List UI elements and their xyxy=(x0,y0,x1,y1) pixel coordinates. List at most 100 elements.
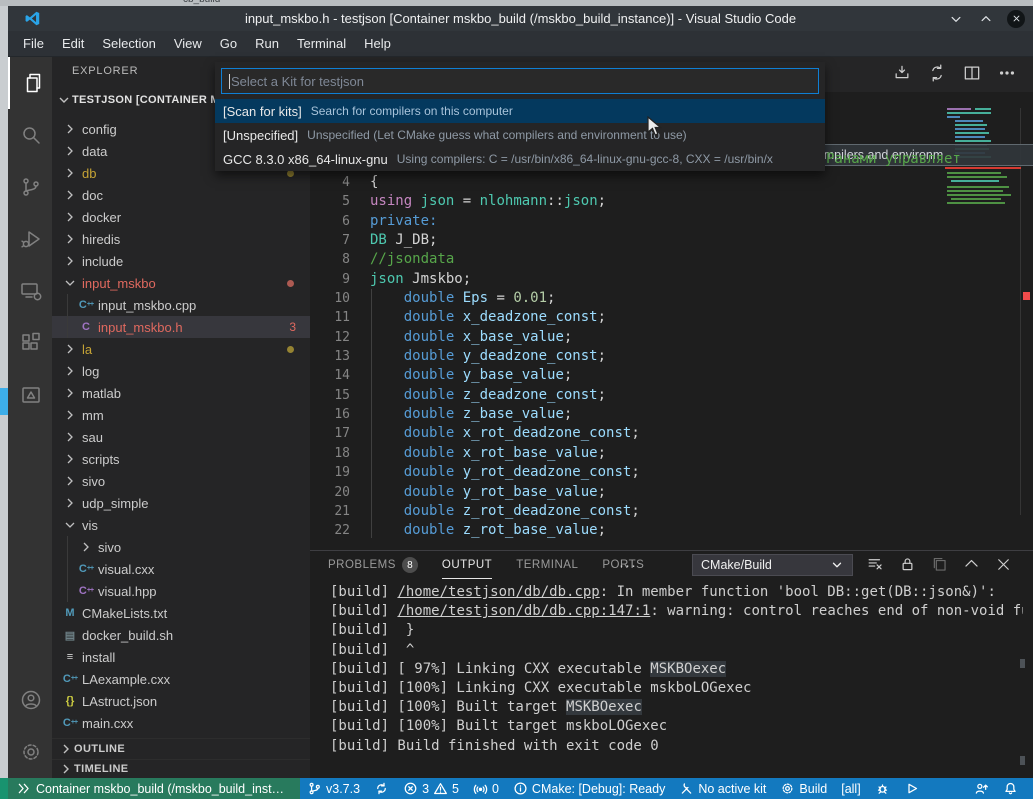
quickpick-input[interactable]: Select a Kit for testjson xyxy=(221,68,819,94)
testing-icon[interactable] xyxy=(8,369,52,421)
tree-item-la[interactable]: la xyxy=(52,338,310,360)
maximize-icon[interactable] xyxy=(977,10,995,28)
tree-item-sivo[interactable]: sivo xyxy=(52,470,310,492)
run-debug-icon[interactable] xyxy=(8,213,52,265)
explorer-icon[interactable] xyxy=(8,57,52,109)
launch-button[interactable] xyxy=(897,778,926,799)
tree-item-docker[interactable]: docker xyxy=(52,206,310,228)
tree-item-input_mskbo[interactable]: input_mskbo xyxy=(52,272,310,294)
code-line-12: 12 double x_base_value; xyxy=(334,328,573,345)
tree-item-scripts[interactable]: scripts xyxy=(52,448,310,470)
menu-help[interactable]: Help xyxy=(355,31,400,56)
output-line: [build] [100%] Built target mskboLOGexec xyxy=(330,718,668,735)
extensions-icon[interactable] xyxy=(8,317,52,369)
output-line: [build] [100%] Built target MSKBOexec xyxy=(330,699,642,716)
tree-item-visual.cxx[interactable]: C++ visual.cxx xyxy=(52,558,310,580)
cmake-status[interactable]: CMake: [Debug]: Ready xyxy=(506,778,672,799)
tree-item-sivo[interactable]: sivo xyxy=(52,536,310,558)
tab-problems[interactable]: PROBLEMS 8 xyxy=(328,551,418,579)
code-line-13: 13 double y_deadzone_const; xyxy=(334,348,607,365)
split-editor-icon[interactable] xyxy=(962,63,982,83)
tree-item-main.cxx[interactable]: C++ main.cxx xyxy=(52,712,310,734)
install-icon[interactable] xyxy=(892,63,912,83)
c-header-file-icon: C xyxy=(82,321,90,333)
minimap-error-line xyxy=(945,167,1021,169)
title-bar: input_mskbo.h - testjson [Container mskb… xyxy=(8,6,1033,31)
error-icon xyxy=(404,782,417,795)
close-panel-icon[interactable] xyxy=(994,555,1013,574)
sidebar-title: EXPLORER xyxy=(72,65,139,77)
tree-item-vis[interactable]: vis xyxy=(52,514,310,536)
git-branch-status[interactable]: v3.7.3 xyxy=(300,778,367,799)
editor-scrollbar[interactable] xyxy=(1020,108,1021,515)
menu-view[interactable]: View xyxy=(165,31,211,56)
output-line: [build] [ 97%] Linking CXX executable MS… xyxy=(330,660,727,677)
tree-item-include[interactable]: include xyxy=(52,250,310,272)
tree-item-log[interactable]: log xyxy=(52,360,310,382)
menu-edit[interactable]: Edit xyxy=(53,31,93,56)
file-link[interactable]: /home/testjson/db/db.cpp xyxy=(397,584,599,600)
tree-item-input_mskbo.h[interactable]: Cinput_mskbo.h 3 xyxy=(52,316,310,338)
output-channel-select[interactable]: CMake/Build xyxy=(692,554,853,576)
tree-item-install[interactable]: ≡ install xyxy=(52,646,310,668)
timeline-section[interactable]: TIMELINE xyxy=(52,759,310,778)
debug-button[interactable] xyxy=(868,778,897,799)
tree-item-mm[interactable]: mm xyxy=(52,404,310,426)
maximize-panel-icon[interactable] xyxy=(962,555,981,574)
build-target[interactable]: [all] xyxy=(834,778,867,799)
menu-terminal[interactable]: Terminal xyxy=(288,31,355,56)
tab-terminal[interactable]: TERMINAL xyxy=(516,551,578,579)
tree-item-hiredis[interactable]: hiredis xyxy=(52,228,310,250)
menu-selection[interactable]: Selection xyxy=(93,31,164,56)
code-line-17: 17 double x_rot_deadzone_const; xyxy=(334,425,640,442)
code-line-19: 19 double y_rot_deadzone_const; xyxy=(334,464,640,481)
more-tabs-icon[interactable]: ··· xyxy=(619,551,637,579)
account-icon[interactable] xyxy=(8,674,52,726)
code-line-18: 18 double x_rot_base_value; xyxy=(334,444,607,461)
close-icon[interactable] xyxy=(1007,9,1025,28)
build-button[interactable]: Build xyxy=(773,778,834,799)
kit-option-scan[interactable]: [Scan for kits] Search for compilers on … xyxy=(215,99,825,123)
mouse-cursor xyxy=(647,116,663,136)
minimize-icon[interactable] xyxy=(947,10,965,28)
menu-run[interactable]: Run xyxy=(246,31,288,56)
tree-item-cmakelists.txt[interactable]: M CMakeLists.txt xyxy=(52,602,310,624)
tree-item-docker_build.sh[interactable]: ▤ docker_build.sh xyxy=(52,624,310,646)
open-in-editor-icon[interactable] xyxy=(930,555,949,574)
notifications-bell-icon[interactable] xyxy=(996,778,1025,799)
clear-output-icon[interactable] xyxy=(866,555,885,574)
menu-go[interactable]: Go xyxy=(211,31,246,56)
tree-item-sau[interactable]: sau xyxy=(52,426,310,448)
kit-status[interactable]: No active kit xyxy=(672,778,773,799)
problems-status[interactable]: 3 5 xyxy=(396,778,466,799)
search-icon[interactable] xyxy=(8,109,52,161)
text-caret xyxy=(229,73,230,89)
kit-option-gcc[interactable]: GCC 8.3.0 x86_64-linux-gnu Using compile… xyxy=(215,147,825,171)
play-icon xyxy=(908,783,917,794)
more-actions-icon[interactable] xyxy=(997,63,1017,83)
sync-status[interactable] xyxy=(367,778,396,799)
kit-option-unspecified[interactable]: [Unspecified] Unspecified (Let CMake gue… xyxy=(215,123,825,147)
settings-gear-icon[interactable] xyxy=(8,726,52,778)
tab-output[interactable]: OUTPUT xyxy=(441,551,493,579)
source-control-icon[interactable] xyxy=(8,161,52,213)
outline-section[interactable]: OUTLINE xyxy=(52,738,310,759)
tree-item-udp_simple[interactable]: udp_simple xyxy=(52,492,310,514)
feedback-icon[interactable] xyxy=(967,778,996,799)
lock-scroll-icon[interactable] xyxy=(898,555,917,574)
tree-item-laexample.cxx[interactable]: C++ LAexample.cxx xyxy=(52,668,310,690)
tree-item-input_mskbo.cpp[interactable]: C++ input_mskbo.cpp xyxy=(52,294,310,316)
sync-icon xyxy=(377,782,386,795)
remote-explorer-icon[interactable] xyxy=(8,265,52,317)
tree-item-visual.hpp[interactable]: C++ visual.hpp xyxy=(52,580,310,602)
remote-icon xyxy=(18,783,29,794)
shell-file-icon: ▤ xyxy=(64,629,76,642)
tree-item-doc[interactable]: doc xyxy=(52,184,310,206)
remote-indicator[interactable]: Container mskbo_build (/mskbo_build_inst… xyxy=(8,778,300,799)
tree-item-lastruct.json[interactable]: {} LAstruct.json xyxy=(52,690,310,712)
menu-file[interactable]: File xyxy=(14,31,53,56)
tree-item-matlab[interactable]: matlab xyxy=(52,382,310,404)
ports-status[interactable]: 0 xyxy=(466,778,506,799)
compare-changes-icon[interactable] xyxy=(927,63,947,83)
file-link[interactable]: /home/testjson/db/db.cpp:147:1 xyxy=(397,603,650,619)
